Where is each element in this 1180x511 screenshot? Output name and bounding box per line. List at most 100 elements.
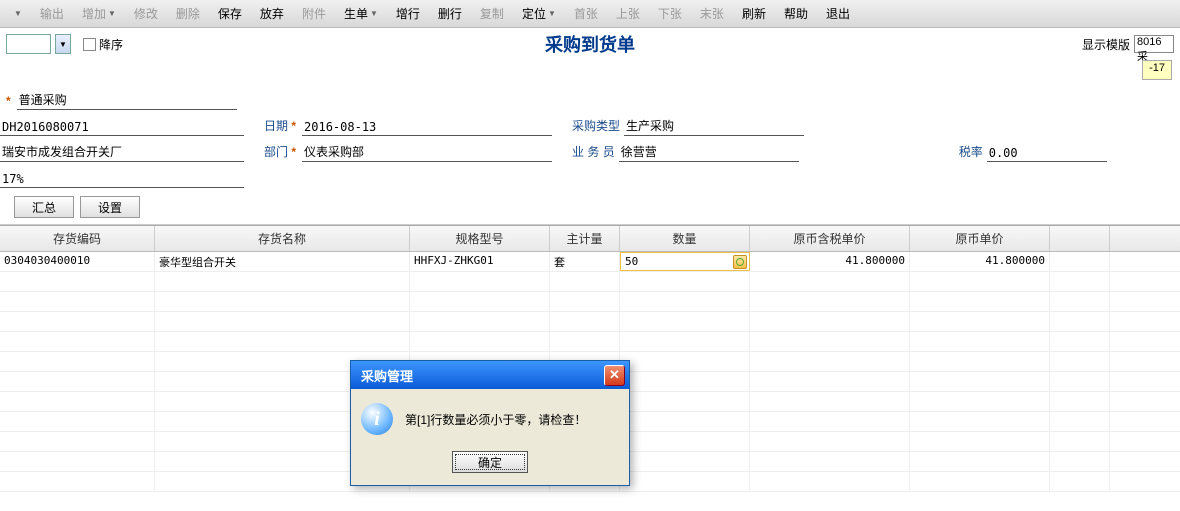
cell-empty [910,312,1050,331]
cell-code: 0304030400010 [0,252,155,271]
sort-combo[interactable] [6,34,51,54]
asterisk-icon: * [291,119,296,133]
status-badge: -17 [1142,60,1172,80]
cell-empty [910,292,1050,311]
col-header-name[interactable]: 存货名称 [155,226,410,251]
cell-qty[interactable]: 50 [620,252,750,271]
clerk-field[interactable]: 徐营营 [619,143,799,162]
cell-empty [910,272,1050,291]
cell-empty [1050,372,1110,391]
cell-empty [750,372,910,391]
cell-empty [0,472,155,491]
cell-empty [155,292,410,311]
cell-empty [0,412,155,431]
cell-empty [750,332,910,351]
badge-row: -17 [0,60,1180,80]
template-label: 显示模版 [1082,36,1130,53]
grid-row[interactable] [0,312,1180,332]
cell-empty [1050,352,1110,371]
toolbar-item-增加: 增加▼ [74,2,124,25]
toolbar-item-刷新[interactable]: 刷新 [734,2,774,25]
date-field[interactable]: 2016-08-13 [302,120,552,136]
toolbar-item-删行[interactable]: 删行 [430,2,470,25]
date-label: 日期 * [264,117,302,136]
qty-value: 50 [625,255,638,268]
cell-empty [910,472,1050,491]
toolbar-item-附件: 附件 [294,2,334,25]
grid-header: 存货编码 存货名称 规格型号 主计量 数量 原币含税单价 原币单价 [0,226,1180,252]
sort-desc-checkbox[interactable]: 降序 [83,36,123,53]
col-header-unit[interactable]: 主计量 [550,226,620,251]
cell-empty [155,272,410,291]
dialog-titlebar[interactable]: 采购管理 ✕ [351,361,629,389]
sub-toolbar: 汇总 设置 [0,190,1180,225]
toolbar-item-帮助[interactable]: 帮助 [776,2,816,25]
checkbox-box-icon [83,38,96,51]
template-select[interactable]: 8016 采 [1134,35,1174,53]
cell-empty [750,272,910,291]
cell-empty [910,372,1050,391]
cell-empty [0,452,155,471]
toolbar-item-定位[interactable]: 定位▼ [514,2,564,25]
cell-spec: HHFXJ-ZHKG01 [410,252,550,271]
cell-unitprice-tax: 41.800000 [750,252,910,271]
toolbar-item-下张: 下张 [650,2,690,25]
grid-row[interactable] [0,332,1180,352]
toolbar-item-放弃[interactable]: 放弃 [252,2,292,25]
close-button[interactable]: ✕ [604,365,625,386]
doc-no-field[interactable]: DH2016080071 [0,120,244,136]
toolbar-item-首张: 首张 [566,2,606,25]
grid-row[interactable] [0,272,1180,292]
cell-empty [910,432,1050,451]
cell-empty [620,472,750,491]
cell-empty [410,312,550,331]
toolbar-item-保存[interactable]: 保存 [210,2,250,25]
cell-empty [550,312,620,331]
cell-empty [750,472,910,491]
grid-row[interactable]: 0304030400010 豪华型组合开关 HHFXJ-ZHKG01 套 50 … [0,252,1180,272]
cell-empty [750,352,910,371]
cell-empty [750,392,910,411]
cell-empty [410,332,550,351]
tax-rate-field[interactable]: 17% [0,172,244,188]
sort-combo-button[interactable]: ▼ [55,34,71,54]
cell-empty [910,412,1050,431]
toolbar-item-idx0[interactable]: ▼ [4,6,30,21]
toolbar-item-修改: 修改 [126,2,166,25]
toolbar-item-复制: 复制 [472,2,512,25]
cell-empty [620,372,750,391]
settings-button[interactable]: 设置 [80,196,140,218]
dept-field[interactable]: 仪表采购部 [302,143,552,162]
grid-row[interactable] [0,292,1180,312]
cell-empty [910,332,1050,351]
lookup-icon[interactable] [733,255,747,269]
col-header-unitprice-tax[interactable]: 原币含税单价 [750,226,910,251]
cell-end [1050,252,1110,271]
summary-button[interactable]: 汇总 [14,196,74,218]
dept-label: 部门 * [264,143,302,162]
toolbar-item-退出[interactable]: 退出 [818,2,858,25]
vendor-field[interactable]: 瑞安市成发组合开关厂 [0,143,244,162]
cell-empty [1050,392,1110,411]
chevron-down-icon: ▼ [548,9,556,18]
col-header-spec[interactable]: 规格型号 [410,226,550,251]
ok-button[interactable]: 确定 [452,451,528,473]
col-header-end [1050,226,1110,251]
tax-label: 税率 [959,143,987,162]
toolbar-item-生单[interactable]: 生单▼ [336,2,386,25]
toolbar-item-增行[interactable]: 增行 [388,2,428,25]
purchase-type-label: 采购类型 [572,117,624,136]
order-type-field[interactable]: 普通采购 [17,91,237,110]
cell-empty [410,272,550,291]
col-header-unitprice[interactable]: 原币单价 [910,226,1050,251]
cell-empty [1050,312,1110,331]
tax-field[interactable]: 0.00 [987,146,1107,162]
cell-empty [910,352,1050,371]
cell-empty [550,332,620,351]
col-header-qty[interactable]: 数量 [620,226,750,251]
cell-empty [1050,332,1110,351]
chevron-down-icon: ▼ [14,9,22,18]
col-header-code[interactable]: 存货编码 [0,226,155,251]
purchase-type-field[interactable]: 生产采购 [624,117,804,136]
cell-empty [750,452,910,471]
